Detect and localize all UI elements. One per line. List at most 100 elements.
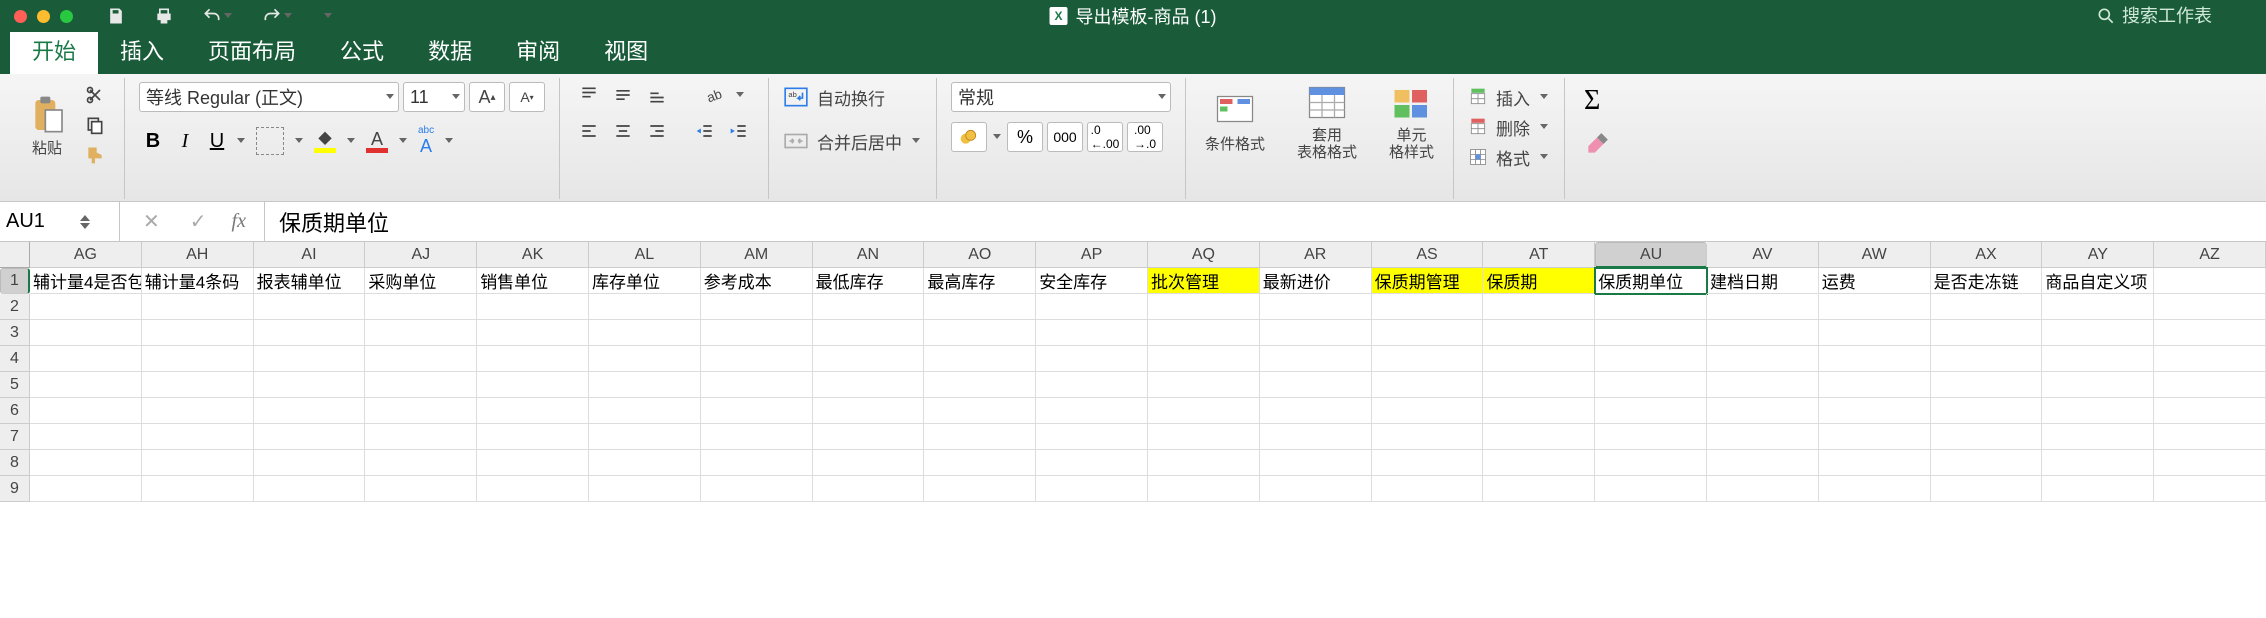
cell[interactable]: 商品自定义项: [2042, 268, 2154, 294]
search-box[interactable]: [2096, 6, 2252, 27]
cell[interactable]: [1372, 476, 1484, 502]
cell[interactable]: [1931, 450, 2043, 476]
cell[interactable]: [1036, 476, 1148, 502]
cell[interactable]: [813, 294, 925, 320]
border-button[interactable]: [251, 124, 289, 158]
cell[interactable]: [30, 294, 142, 320]
column-header[interactable]: AN: [813, 242, 925, 268]
column-header[interactable]: AQ: [1148, 242, 1260, 268]
cell[interactable]: [1260, 294, 1372, 320]
print-icon[interactable]: [149, 3, 179, 29]
cell[interactable]: [2042, 424, 2154, 450]
cell[interactable]: [701, 294, 813, 320]
cell[interactable]: [589, 320, 701, 346]
cell[interactable]: [1036, 320, 1148, 346]
cell[interactable]: [924, 294, 1036, 320]
tab-formula[interactable]: 公式: [318, 28, 406, 74]
cell[interactable]: [1931, 346, 2043, 372]
cell[interactable]: [1148, 320, 1260, 346]
formula-value[interactable]: 保质期单位: [265, 206, 389, 238]
row-header[interactable]: 8: [0, 450, 30, 476]
cell[interactable]: [1148, 372, 1260, 398]
cell[interactable]: [1483, 320, 1595, 346]
cell[interactable]: [2154, 372, 2266, 398]
cell[interactable]: [2154, 476, 2266, 502]
cell[interactable]: [1483, 450, 1595, 476]
cell[interactable]: [142, 476, 254, 502]
cell[interactable]: [365, 320, 477, 346]
decrease-font-icon[interactable]: A▾: [509, 82, 545, 112]
cell[interactable]: 辅计量4是否包装单位: [30, 268, 142, 294]
cell[interactable]: [1372, 424, 1484, 450]
cell[interactable]: [701, 346, 813, 372]
cell[interactable]: [2154, 450, 2266, 476]
cell[interactable]: [589, 346, 701, 372]
cell[interactable]: [142, 372, 254, 398]
increase-font-icon[interactable]: A▴: [469, 82, 505, 112]
column-header[interactable]: AY: [2042, 242, 2154, 268]
select-all-corner[interactable]: [0, 242, 30, 268]
close-window-icon[interactable]: [14, 10, 27, 23]
cell[interactable]: [1819, 294, 1931, 320]
percent-icon[interactable]: %: [1007, 122, 1043, 152]
cell[interactable]: [1707, 346, 1819, 372]
cell[interactable]: 安全库存: [1036, 268, 1148, 294]
tab-review[interactable]: 审阅: [494, 28, 582, 74]
row-header[interactable]: 4: [0, 346, 30, 372]
cell[interactable]: [1707, 424, 1819, 450]
column-header[interactable]: AL: [589, 242, 701, 268]
spreadsheet-grid[interactable]: AGAHAIAJAKALAMANAOAPAQARASATAUAVAWAXAYAZ…: [0, 242, 2266, 502]
enter-formula-icon[interactable]: ✓: [185, 206, 212, 237]
cell[interactable]: [924, 424, 1036, 450]
cell[interactable]: [2154, 294, 2266, 320]
font-color-button[interactable]: A: [361, 126, 393, 156]
cell[interactable]: [142, 294, 254, 320]
cell[interactable]: [1707, 320, 1819, 346]
qat-customize-icon[interactable]: [317, 7, 339, 25]
align-center-icon[interactable]: [608, 118, 638, 144]
cell[interactable]: [365, 294, 477, 320]
cell[interactable]: [2042, 294, 2154, 320]
column-header[interactable]: AU: [1595, 242, 1707, 268]
cell[interactable]: [1819, 320, 1931, 346]
format-as-table-button[interactable]: 套用 表格格式: [1292, 82, 1362, 165]
cell[interactable]: [1931, 372, 2043, 398]
decrease-indent-icon[interactable]: [690, 118, 720, 144]
row-header[interactable]: 3: [0, 320, 30, 346]
cell[interactable]: [142, 320, 254, 346]
cell[interactable]: 辅计量4条码: [142, 268, 254, 294]
insert-cells-button[interactable]: 插入: [1468, 82, 1550, 112]
cell[interactable]: 最低库存: [813, 268, 925, 294]
cell[interactable]: [477, 398, 589, 424]
cell[interactable]: [1372, 372, 1484, 398]
cell[interactable]: 运费: [1819, 268, 1931, 294]
cell[interactable]: [1260, 398, 1372, 424]
cell[interactable]: [365, 476, 477, 502]
column-header[interactable]: AO: [924, 242, 1036, 268]
cell-reference-input[interactable]: [6, 210, 76, 233]
cut-icon[interactable]: [80, 82, 110, 108]
cell[interactable]: [1036, 450, 1148, 476]
chevron-down-icon[interactable]: [80, 223, 90, 229]
cell[interactable]: [589, 398, 701, 424]
cell[interactable]: [813, 320, 925, 346]
cell[interactable]: [365, 450, 477, 476]
decrease-decimal-icon[interactable]: .00→.0: [1127, 122, 1163, 152]
cell[interactable]: [1148, 346, 1260, 372]
cell[interactable]: [365, 372, 477, 398]
cell[interactable]: [589, 450, 701, 476]
maximize-window-icon[interactable]: [60, 10, 73, 23]
delete-cells-button[interactable]: 删除: [1468, 112, 1550, 142]
tab-home[interactable]: 开始: [10, 28, 98, 74]
cell[interactable]: [1595, 294, 1707, 320]
cell[interactable]: [1483, 476, 1595, 502]
currency-icon[interactable]: [951, 122, 987, 152]
cell[interactable]: [1483, 372, 1595, 398]
cell[interactable]: [1707, 294, 1819, 320]
cell[interactable]: [1148, 476, 1260, 502]
cell[interactable]: 批次管理: [1148, 268, 1260, 294]
cell[interactable]: 报表辅单位: [254, 268, 366, 294]
chevron-down-icon[interactable]: [235, 135, 247, 147]
cell[interactable]: [1819, 398, 1931, 424]
cell[interactable]: [813, 398, 925, 424]
